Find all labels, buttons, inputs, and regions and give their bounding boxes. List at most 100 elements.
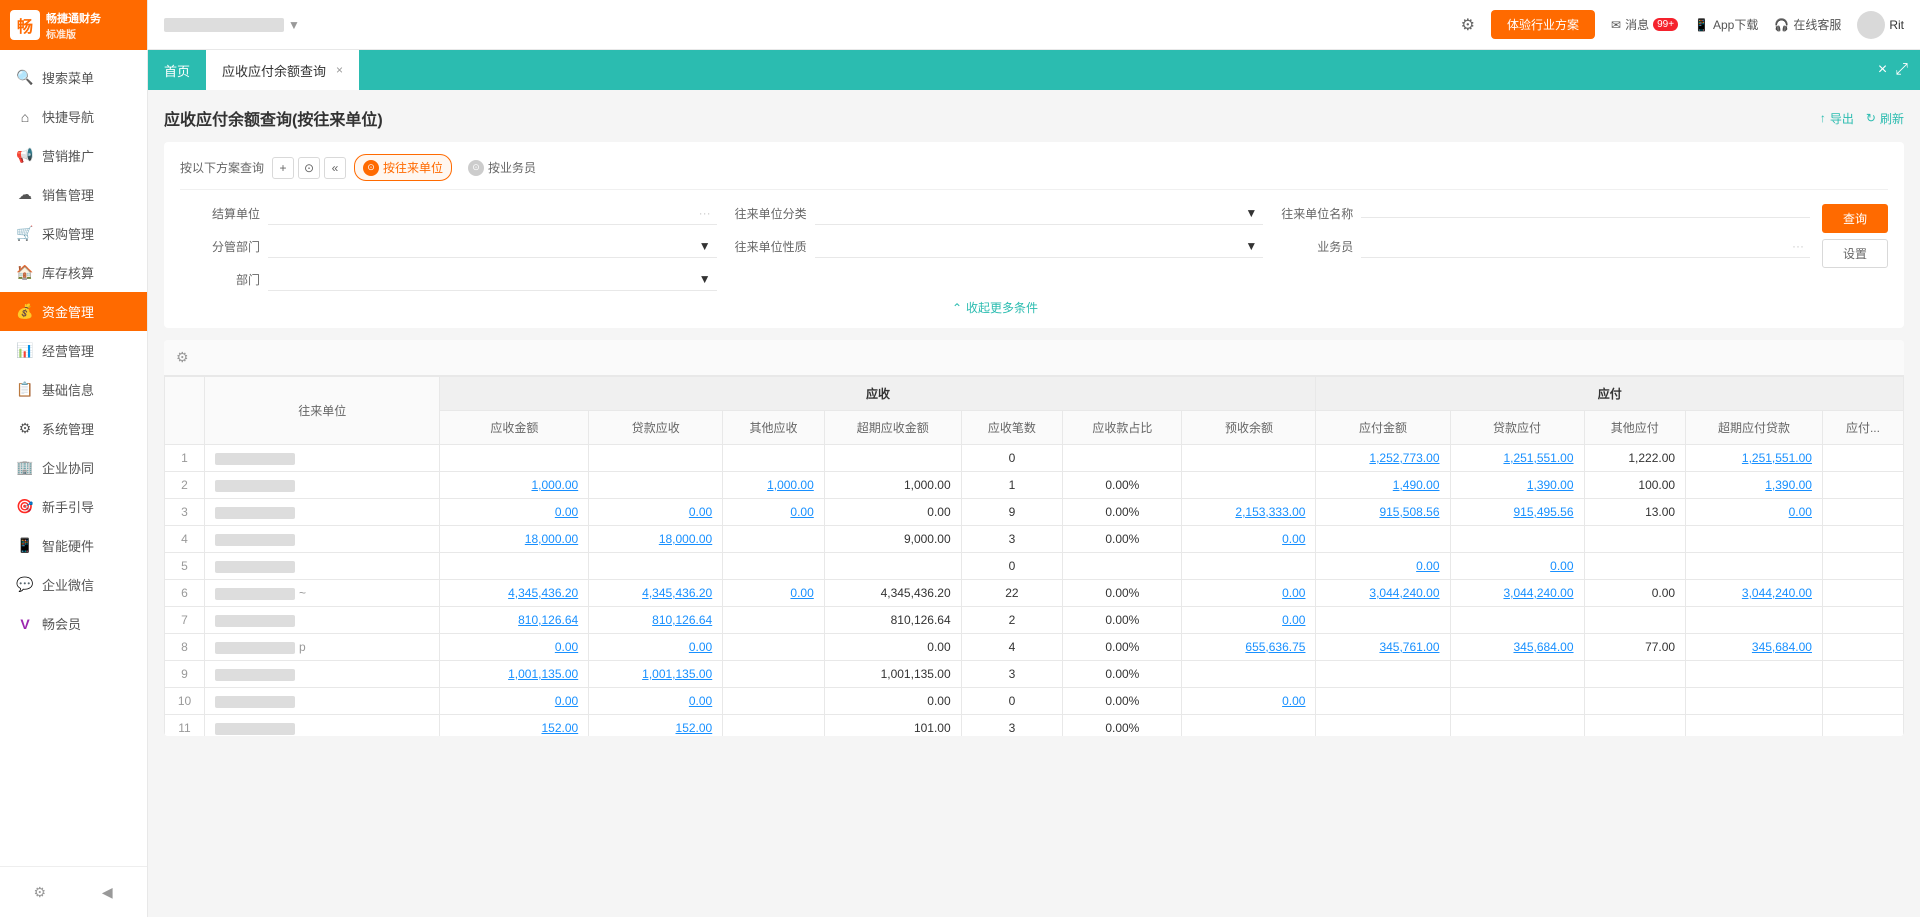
messages-btn[interactable]: ✉ 消息 99+ [1611, 16, 1678, 33]
cell-partner-10 [205, 715, 440, 737]
cell-rownum: 5 [165, 553, 205, 580]
sidebar-item-basicinfo[interactable]: 📋 基础信息 [0, 370, 147, 409]
more-conditions-btn[interactable]: ⌃ 收起更多条件 [180, 299, 1810, 316]
salesman-field: 业务员 ··· [1273, 235, 1810, 258]
basicinfo-icon: 📋 [16, 381, 34, 398]
main-area: ▼ ⚙ 体验行业方案 ✉ 消息 99+ 📱 App下载 🎧 在线客服 Rit [148, 0, 1920, 917]
partner-nature-label: 往来单位性质 [727, 238, 807, 255]
col-other-recv: 其他应收 [723, 411, 825, 445]
cell-rownum: 1 [165, 445, 205, 472]
topbar-settings-icon[interactable]: ⚙ [1461, 15, 1475, 35]
scheme-by-partner[interactable]: ⊙ 按往来单位 [354, 154, 452, 181]
sidebar-collapse-button[interactable]: ◀ [78, 877, 138, 907]
sidebar-item-finance[interactable]: 💰 资金管理 [0, 292, 147, 331]
tab-home[interactable]: 首页 [148, 50, 206, 90]
cell-partner-7: p [205, 634, 440, 661]
table-row: 5 0 0.00 0.00 [165, 553, 1904, 580]
scheme-by-salesman[interactable]: ⊙ 按业务员 [460, 155, 544, 180]
sidebar-item-search[interactable]: 🔍 搜索菜单 [0, 58, 147, 97]
marketing-icon: 📢 [16, 147, 34, 164]
online-service-btn[interactable]: 🎧 在线客服 [1774, 16, 1841, 33]
refresh-button[interactable]: ↻ 刷新 [1866, 110, 1904, 127]
cell-partner-2 [205, 499, 440, 526]
industry-btn[interactable]: 体验行业方案 [1491, 10, 1595, 39]
col-recv-amount: 应收金额 [440, 411, 589, 445]
user-menu[interactable]: Rit [1857, 11, 1904, 39]
logo-text: 畅捷通财务 标准版 [46, 10, 101, 41]
sidebar-item-newguide[interactable]: 🎯 新手引导 [0, 487, 147, 526]
cell-partner-3 [205, 526, 440, 553]
cell-rownum: 9 [165, 661, 205, 688]
app-download-btn[interactable]: 📱 App下载 [1694, 16, 1758, 33]
cell-rownum: 6 [165, 580, 205, 607]
cell-partner-1 [205, 472, 440, 499]
col-loan-pay: 贷款应付 [1450, 411, 1584, 445]
page-content: 应收应付余额查询(按往来单位) ↑ 导出 ↻ 刷新 按以下方案查询 + ⊙ « [148, 90, 1920, 917]
add-scheme-button[interactable]: + [272, 157, 294, 179]
vip-icon: V [16, 616, 34, 632]
cell-partner-4 [205, 553, 440, 580]
sidebar-item-purchase[interactable]: 🛒 采购管理 [0, 214, 147, 253]
tab-close-icon[interactable]: × [336, 63, 343, 77]
col-overdue-pay: 超期应付贷款 [1686, 411, 1823, 445]
sidebar-item-enterprise[interactable]: 🏢 企业协同 [0, 448, 147, 487]
data-table-container: ⚙ 往来单位 应收 应付 应收金额 贷款应收 其他应收 [164, 340, 1904, 736]
export-button[interactable]: ↑ 导出 [1820, 110, 1854, 127]
settings-button[interactable]: 设置 [1822, 239, 1888, 268]
app-icon: 📱 [1694, 18, 1709, 32]
avatar [1857, 11, 1885, 39]
sidebar-item-smarthw[interactable]: 📱 智能硬件 [0, 526, 147, 565]
cell-rownum: 4 [165, 526, 205, 553]
table-scroll-area[interactable]: 往来单位 应收 应付 应收金额 贷款应收 其他应收 超期应收金额 应收笔数 应收… [164, 376, 1904, 736]
partner-nature-select[interactable]: ▼ [815, 235, 1264, 258]
tab-query[interactable]: 应收应付余额查询 × [206, 50, 359, 90]
partner-category-label: 往来单位分类 [727, 205, 807, 222]
data-table: 往来单位 应收 应付 应收金额 贷款应收 其他应收 超期应收金额 应收笔数 应收… [164, 376, 1904, 736]
settlement-unit-label: 结算单位 [180, 205, 260, 222]
sidebar-item-inventory[interactable]: 🏠 库存核算 [0, 253, 147, 292]
table-toolbar: ⚙ [164, 340, 1904, 376]
breadcrumb: ▼ [164, 18, 1449, 32]
sidebar-item-wechat[interactable]: 💬 企业微信 [0, 565, 147, 604]
home-icon: ⌂ [16, 109, 34, 125]
sidebar-settings-button[interactable]: ⚙ [10, 877, 70, 907]
cell-rownum: 10 [165, 688, 205, 715]
dept-manager-select[interactable]: ▼ [268, 235, 717, 258]
filter-main: 结算单位 ··· 往来单位分类 ▼ 往来单位名称 [180, 202, 1888, 316]
partner-name-input[interactable] [1361, 209, 1810, 218]
collapse-scheme-button[interactable]: « [324, 157, 346, 179]
logo-icon: 畅 [10, 10, 40, 40]
cell-partner-5: ~ [205, 580, 440, 607]
table-row: 6 ~ 4,345,436.20 4,345,436.20 0.00 4,345… [165, 580, 1904, 607]
table-settings-icon[interactable]: ⚙ [176, 349, 189, 366]
table-row: 2 1,000.00 1,000.00 1,000.00 1 0.00% 1,4… [165, 472, 1904, 499]
sidebar-item-operation[interactable]: 📊 经营管理 [0, 331, 147, 370]
cell-rownum: 3 [165, 499, 205, 526]
table-row: 11 152.00 152.00 101.00 3 0.00% [165, 715, 1904, 737]
sidebar-item-vip[interactable]: V 畅会员 [0, 604, 147, 643]
salesman-input[interactable]: ··· [1361, 235, 1810, 258]
window-expand-icon[interactable]: ⤢ [1895, 61, 1908, 79]
sidebar-item-marketing[interactable]: 📢 营销推广 [0, 136, 147, 175]
settings-scheme-button[interactable]: ⊙ [298, 157, 320, 179]
settlement-unit-input[interactable]: ··· [268, 202, 717, 225]
sidebar-item-sysmanage[interactable]: ⚙ 系统管理 [0, 409, 147, 448]
dropdown-icon2: ▼ [699, 239, 711, 253]
col-pay-more: 应付... [1822, 411, 1903, 445]
sidebar-item-quicknav[interactable]: ⌂ 快捷导航 [0, 97, 147, 136]
partner-category-select[interactable]: ▼ [815, 202, 1264, 225]
col-overdue-recv: 超期应收金额 [824, 411, 961, 445]
cell-partner-0 [205, 445, 440, 472]
cell-rownum: 11 [165, 715, 205, 737]
filter-schemes: 按以下方案查询 + ⊙ « ⊙ 按往来单位 ⊙ 按业务员 [180, 154, 1888, 190]
table-row: 7 810,126.64 810,126.64 810,126.64 2 0.0… [165, 607, 1904, 634]
cell-partner-8 [205, 661, 440, 688]
salesman-dots: ··· [1792, 239, 1804, 253]
department-select[interactable]: ▼ [268, 268, 717, 291]
col-group-receivable: 应收 [440, 377, 1316, 411]
window-close-icon[interactable]: × [1878, 61, 1887, 79]
query-button[interactable]: 查询 [1822, 204, 1888, 233]
sidebar-item-sales[interactable]: ☁ 销售管理 [0, 175, 147, 214]
col-recv-count: 应收笔数 [961, 411, 1063, 445]
table-row: 4 18,000.00 18,000.00 9,000.00 3 0.00% 0… [165, 526, 1904, 553]
